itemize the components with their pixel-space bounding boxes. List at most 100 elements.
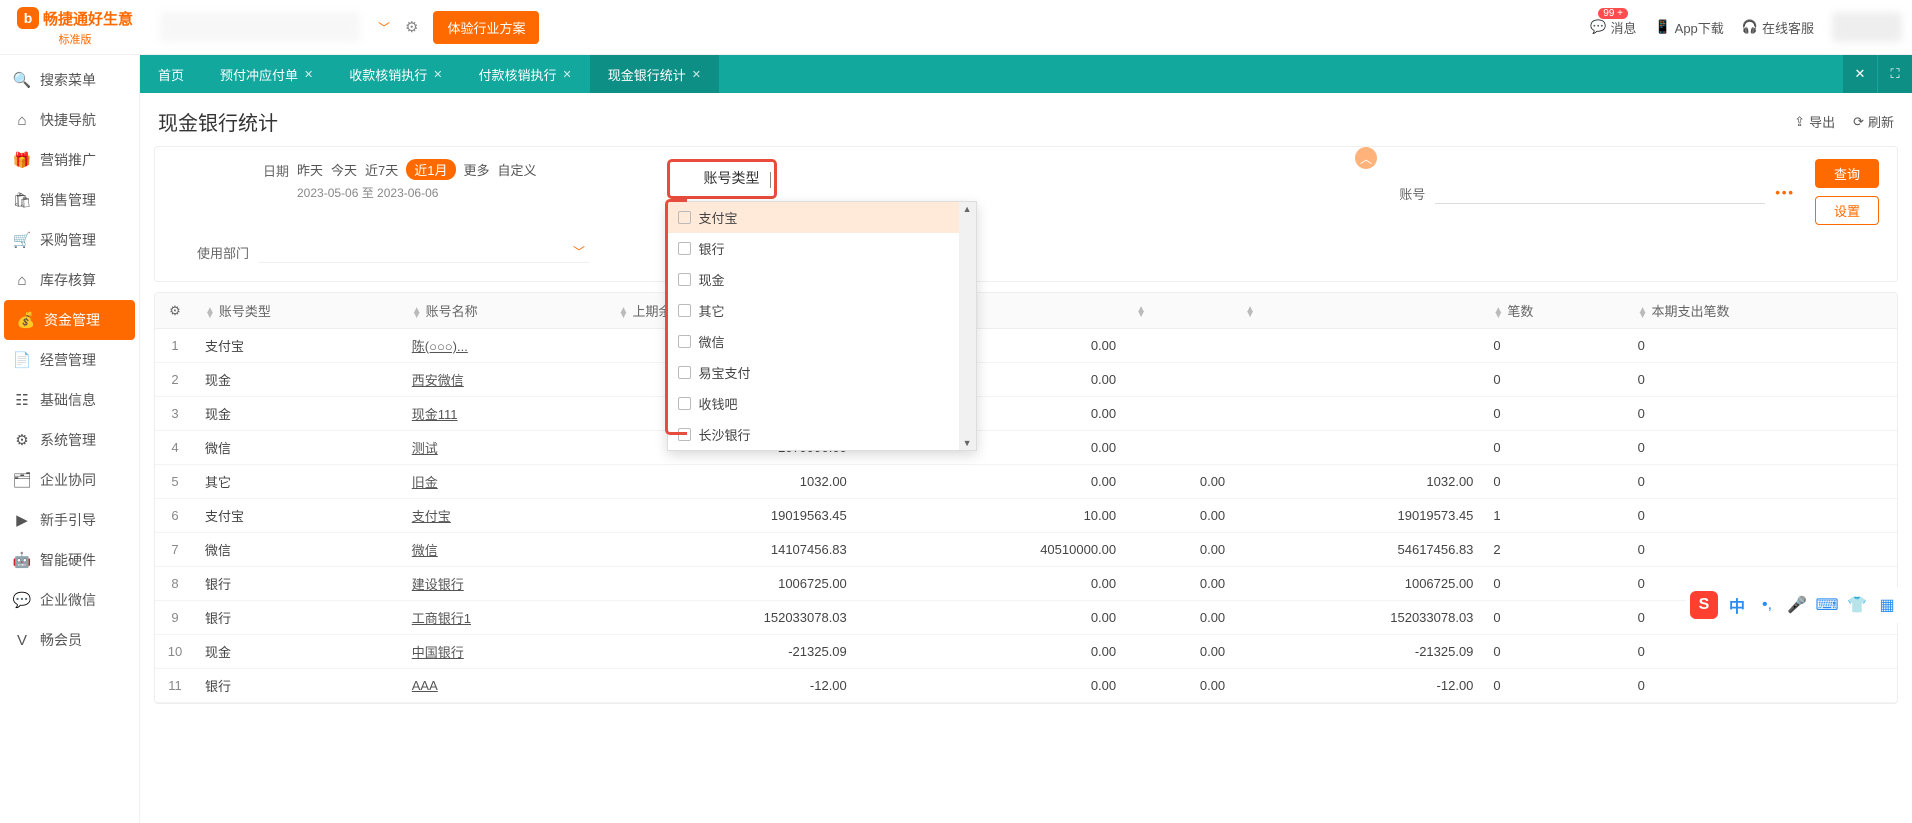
ime-punct-icon[interactable]: •, bbox=[1756, 594, 1778, 616]
refresh-button[interactable]: ⟳刷新 bbox=[1853, 112, 1894, 131]
keyboard-icon[interactable]: ⌨ bbox=[1816, 594, 1838, 616]
app-download-link[interactable]: 📱 App下载 bbox=[1654, 18, 1723, 37]
table-row: 5其它旧金1032.000.000.001032.0000 bbox=[155, 465, 1897, 499]
tab[interactable]: 付款核销执行✕ bbox=[460, 55, 589, 93]
checkbox[interactable] bbox=[678, 335, 691, 348]
checkbox[interactable] bbox=[678, 397, 691, 410]
sidebar-item[interactable]: 🛍销售管理 bbox=[0, 180, 139, 220]
experience-button[interactable]: 体验行业方案 bbox=[433, 11, 539, 44]
sidebar-item[interactable]: 🤖智能硬件 bbox=[0, 540, 139, 580]
company-selector[interactable] bbox=[160, 12, 360, 42]
sidebar-item[interactable]: 🎁营销推广 bbox=[0, 140, 139, 180]
cell-out-count: 0 bbox=[1628, 533, 1897, 567]
cell-account-name[interactable]: 工商银行1 bbox=[402, 601, 609, 635]
sidebar-item[interactable]: ☷基础信息 bbox=[0, 380, 139, 420]
checkbox[interactable] bbox=[678, 428, 691, 441]
column-header[interactable]: ▲▼本期支出笔数 bbox=[1628, 293, 1897, 329]
dropdown-item[interactable]: 支付宝 bbox=[668, 202, 976, 233]
column-header[interactable]: ▲▼笔数 bbox=[1483, 293, 1627, 329]
tab-close-all-button[interactable]: ✕ bbox=[1843, 55, 1877, 93]
close-icon[interactable]: ✕ bbox=[433, 68, 442, 81]
sidebar-item[interactable]: V畅会员 bbox=[0, 620, 139, 660]
dropdown-scrollbar[interactable]: ▲ ▼ bbox=[959, 202, 976, 450]
sidebar-item[interactable]: 💰资金管理 bbox=[4, 300, 135, 340]
account-number-filter: 账号 ••• 查询 设置 bbox=[1369, 159, 1879, 225]
checkbox[interactable] bbox=[678, 304, 691, 317]
cell-account-name[interactable]: 测试 bbox=[402, 431, 609, 465]
cell-count: 0 bbox=[1483, 669, 1627, 703]
cell-account-name[interactable]: 中国银行 bbox=[402, 635, 609, 669]
dropdown-item[interactable]: 现金 bbox=[668, 264, 976, 295]
account-type-input[interactable]: 账号类型 bbox=[667, 159, 777, 199]
cell-account-name[interactable]: 西安微信 bbox=[402, 363, 609, 397]
close-icon[interactable]: ✕ bbox=[563, 68, 572, 81]
sidebar-item[interactable]: 🗂企业协同 bbox=[0, 460, 139, 500]
chevron-down-icon[interactable]: ﹀ bbox=[378, 19, 390, 36]
dept-input[interactable] bbox=[259, 239, 589, 263]
sidebar-item[interactable]: 📄经营管理 bbox=[0, 340, 139, 380]
date-option[interactable]: 近7天 bbox=[365, 160, 398, 179]
tab[interactable]: 首页 bbox=[140, 55, 202, 93]
column-header[interactable]: ▲▼ bbox=[1126, 293, 1235, 329]
row-index: 3 bbox=[155, 397, 195, 431]
chevron-down-icon[interactable]: ﹀ bbox=[573, 243, 585, 260]
fullscreen-button[interactable]: ⛶ bbox=[1878, 55, 1912, 93]
settings-button[interactable]: 设置 bbox=[1815, 196, 1879, 225]
checkbox[interactable] bbox=[678, 242, 691, 255]
table-settings-header[interactable]: ⚙ bbox=[155, 293, 195, 329]
cell-account-name[interactable]: 陈(○○○)... bbox=[402, 329, 609, 363]
dropdown-item[interactable]: 长沙银行 bbox=[668, 419, 976, 450]
date-option[interactable]: 近1月 bbox=[406, 159, 455, 180]
user-avatar[interactable] bbox=[1832, 12, 1902, 42]
gear-icon[interactable]: ⚙ bbox=[405, 18, 418, 36]
checkbox[interactable] bbox=[678, 211, 691, 224]
column-header[interactable]: ▲▼ bbox=[1235, 293, 1483, 329]
dropdown-item[interactable]: 易宝支付 bbox=[668, 357, 976, 388]
messages-link[interactable]: 💬 消息 99 + bbox=[1590, 18, 1636, 37]
close-icon[interactable]: ✕ bbox=[692, 68, 701, 81]
date-option[interactable]: 更多 bbox=[464, 160, 490, 179]
toolbox-icon[interactable]: ▦ bbox=[1876, 594, 1898, 616]
cell-account-name[interactable]: 现金111 bbox=[402, 397, 609, 431]
ime-logo-icon[interactable]: S bbox=[1690, 591, 1718, 619]
query-button[interactable]: 查询 bbox=[1815, 159, 1879, 188]
sidebar-item[interactable]: ⚙系统管理 bbox=[0, 420, 139, 460]
skin-icon[interactable]: 👕 bbox=[1846, 594, 1868, 616]
checkbox[interactable] bbox=[678, 366, 691, 379]
sidebar-item[interactable]: ⌂快捷导航 bbox=[0, 100, 139, 140]
cell-account-name[interactable]: 微信 bbox=[402, 533, 609, 567]
export-button[interactable]: ⇪导出 bbox=[1794, 112, 1835, 131]
dropdown-item[interactable]: 微信 bbox=[668, 326, 976, 357]
column-header[interactable]: ▲▼账号类型 bbox=[195, 293, 402, 329]
sidebar-item[interactable]: 💬企业微信 bbox=[0, 580, 139, 620]
sidebar-item[interactable]: ▶新手引导 bbox=[0, 500, 139, 540]
dropdown-item-label: 支付宝 bbox=[699, 208, 738, 227]
date-option[interactable]: 今天 bbox=[331, 160, 357, 179]
sidebar-label: 库存核算 bbox=[40, 270, 96, 290]
account-number-input[interactable] bbox=[1435, 180, 1765, 204]
tab[interactable]: 收款核销执行✕ bbox=[331, 55, 460, 93]
cell-account-name[interactable]: AAA bbox=[402, 669, 609, 703]
cell-account-name[interactable]: 建设银行 bbox=[402, 567, 609, 601]
cell-account-name[interactable]: 支付宝 bbox=[402, 499, 609, 533]
close-icon[interactable]: ✕ bbox=[304, 68, 313, 81]
sidebar-item[interactable]: 🔍搜索菜单 bbox=[0, 60, 139, 100]
tab[interactable]: 现金银行统计✕ bbox=[590, 55, 719, 93]
column-header[interactable]: ▲▼账号名称 bbox=[402, 293, 609, 329]
cell-account-name[interactable]: 旧金 bbox=[402, 465, 609, 499]
date-option[interactable]: 昨天 bbox=[297, 160, 323, 179]
dropdown-item[interactable]: 其它 bbox=[668, 295, 976, 326]
dropdown-item[interactable]: 银行 bbox=[668, 233, 976, 264]
more-filters-button[interactable]: ••• bbox=[1775, 185, 1795, 200]
logo-icon: b bbox=[17, 7, 39, 29]
checkbox[interactable] bbox=[678, 273, 691, 286]
date-option[interactable]: 自定义 bbox=[498, 160, 537, 179]
mic-icon[interactable]: 🎤 bbox=[1786, 594, 1808, 616]
tab[interactable]: 预付冲应付单✕ bbox=[202, 55, 331, 93]
ime-lang-button[interactable]: 中 bbox=[1726, 594, 1748, 616]
collapse-filter-button[interactable]: ︿ bbox=[1355, 147, 1377, 169]
sidebar-item[interactable]: ⌂库存核算 bbox=[0, 260, 139, 300]
sidebar-item[interactable]: 🛒采购管理 bbox=[0, 220, 139, 260]
dropdown-item[interactable]: 收钱吧 bbox=[668, 388, 976, 419]
customer-service-link[interactable]: 🎧 在线客服 bbox=[1742, 18, 1814, 37]
